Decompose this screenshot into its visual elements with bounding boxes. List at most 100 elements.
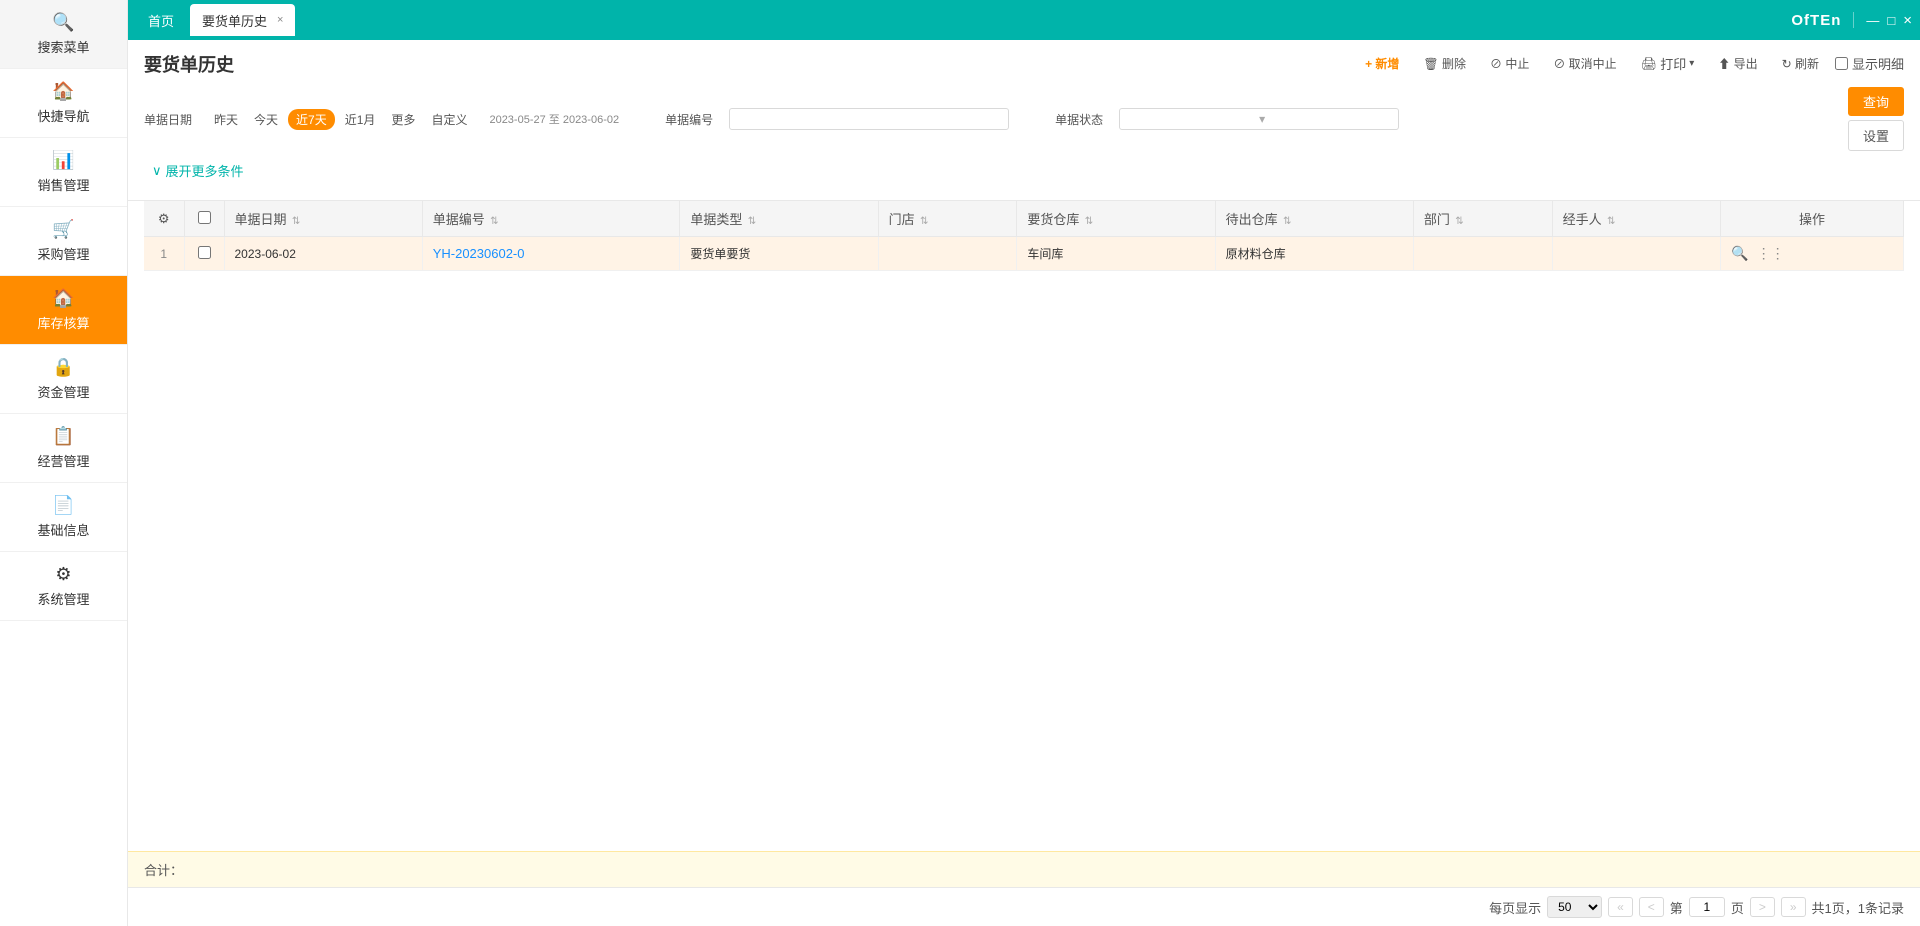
sidebar-item-system[interactable]: ⚙ 系统管理 bbox=[0, 552, 127, 621]
date-btn-yesterday[interactable]: 昨天 bbox=[208, 109, 244, 130]
th-req-warehouse[interactable]: 要货仓库 ⇅ bbox=[1017, 201, 1215, 237]
sidebar-item-label: 系统管理 bbox=[37, 589, 89, 608]
per-page-select[interactable]: 50 100 200 bbox=[1547, 896, 1602, 918]
print-label: 打印 bbox=[1660, 54, 1686, 73]
pagination: 每页显示 50 100 200 « < 第 页 > » 共1页，1条记录 bbox=[128, 887, 1920, 926]
row-doc-no[interactable]: YH-20230602-0 bbox=[422, 237, 680, 271]
date-filter-buttons: 昨天 今天 近7天 近1月 更多 自定义 bbox=[208, 109, 473, 130]
th-handler[interactable]: 经手人 ⇅ bbox=[1552, 201, 1721, 237]
select-all-checkbox[interactable] bbox=[198, 211, 211, 224]
print-button[interactable]: 🖨 打印 ▾ bbox=[1633, 50, 1703, 77]
total-info: 共1页，1条记录 bbox=[1812, 898, 1904, 917]
sidebar-item-quick-nav[interactable]: 🏠 快捷导航 bbox=[0, 69, 127, 138]
date-btn-7days[interactable]: 近7天 bbox=[288, 109, 335, 130]
th-department[interactable]: 部门 ⇅ bbox=[1413, 201, 1552, 237]
row-select-checkbox[interactable] bbox=[198, 246, 211, 259]
th-doc-no[interactable]: 单据编号 ⇅ bbox=[422, 201, 680, 237]
row-checkbox[interactable] bbox=[184, 237, 224, 271]
prev-page-button[interactable]: < bbox=[1639, 897, 1664, 917]
table-header-row: ⚙ 单据日期 ⇅ 单据编号 ⇅ bbox=[144, 201, 1904, 237]
th-checkbox[interactable] bbox=[184, 201, 224, 237]
date-btn-more[interactable]: 更多 bbox=[385, 109, 421, 130]
th-pending-warehouse[interactable]: 待出仓库 ⇅ bbox=[1215, 201, 1413, 237]
th-doc-type-label: 单据类型 bbox=[690, 212, 742, 227]
inventory-icon: 🏠 bbox=[52, 288, 74, 309]
sidebar-item-label: 采购管理 bbox=[37, 244, 89, 263]
tab-close-button[interactable]: × bbox=[277, 14, 283, 26]
sidebar-item-sales[interactable]: 📊 销售管理 bbox=[0, 138, 127, 207]
refresh-button[interactable]: ↻ 刷新 bbox=[1774, 51, 1827, 76]
tab-active[interactable]: 要货单历史 × bbox=[190, 4, 295, 36]
summary-label: 合计： bbox=[144, 863, 183, 878]
sort-pending-warehouse-icon: ⇅ bbox=[1283, 216, 1291, 227]
table-container: ⚙ 单据日期 ⇅ 单据编号 ⇅ bbox=[128, 201, 1920, 851]
footer-summary: 合计： bbox=[128, 851, 1920, 887]
more-action-icon[interactable]: ⋮⋮ bbox=[1757, 245, 1785, 262]
doc-number-input[interactable] bbox=[729, 108, 1009, 130]
row-handler bbox=[1552, 237, 1721, 271]
sidebar-item-label: 搜索菜单 bbox=[37, 37, 89, 56]
row-index: 1 bbox=[144, 237, 184, 271]
sidebar-item-operations[interactable]: 📋 经营管理 bbox=[0, 414, 127, 483]
sort-doc-no-icon: ⇅ bbox=[490, 216, 498, 227]
show-detail-input[interactable] bbox=[1835, 57, 1848, 70]
sort-date-icon: ⇅ bbox=[292, 216, 300, 227]
minimize-button[interactable]: — bbox=[1866, 13, 1879, 28]
topbar-right: OfTEn — □ × bbox=[1791, 12, 1912, 29]
sidebar-item-label: 经营管理 bbox=[37, 451, 89, 470]
divider bbox=[1853, 12, 1854, 28]
page-suffix: 页 bbox=[1731, 898, 1744, 917]
sort-doc-type-icon: ⇅ bbox=[748, 216, 756, 227]
page-title: 要货单历史 bbox=[144, 51, 234, 77]
settings-button[interactable]: 设置 bbox=[1848, 120, 1904, 151]
doc-number-label: 单据编号 bbox=[665, 111, 713, 128]
th-operation-label: 操作 bbox=[1799, 212, 1825, 227]
topbar: 首页 要货单历史 × OfTEn — □ × bbox=[128, 0, 1920, 40]
sidebar-item-purchase[interactable]: 🛒 采购管理 bbox=[0, 207, 127, 276]
dropdown-icon: ▾ bbox=[1259, 112, 1390, 126]
sidebar-item-label: 基础信息 bbox=[37, 520, 89, 539]
show-detail-checkbox[interactable]: 显示明细 bbox=[1835, 54, 1904, 73]
toolbar: + 新增 🗑 删除 ⊘ 中止 ⊘ 取消中止 🖨 打印 ▾ ⬆ 导出 ↻ 刷新 显… bbox=[1357, 50, 1904, 77]
sidebar-item-finance[interactable]: 🔒 资金管理 bbox=[0, 345, 127, 414]
new-button[interactable]: + 新增 bbox=[1357, 51, 1407, 76]
th-store[interactable]: 门店 ⇅ bbox=[878, 201, 1017, 237]
row-req-warehouse: 车间库 bbox=[1017, 237, 1215, 271]
export-button[interactable]: ⬆ 导出 bbox=[1710, 51, 1765, 76]
th-doc-type[interactable]: 单据类型 ⇅ bbox=[680, 201, 878, 237]
tab-home[interactable]: 首页 bbox=[136, 4, 186, 36]
date-btn-1month[interactable]: 近1月 bbox=[339, 109, 382, 130]
filter-row-expand: ∨ 展开更多条件 bbox=[144, 157, 1904, 184]
first-page-button[interactable]: « bbox=[1608, 897, 1633, 917]
sidebar-item-label: 销售管理 bbox=[37, 175, 89, 194]
row-doc-type: 要货单要货 bbox=[680, 237, 878, 271]
th-settings[interactable]: ⚙ bbox=[144, 201, 184, 237]
sidebar-item-label: 库存核算 bbox=[37, 313, 89, 332]
query-button[interactable]: 查询 bbox=[1848, 87, 1904, 116]
date-btn-custom[interactable]: 自定义 bbox=[425, 109, 473, 130]
th-store-label: 门店 bbox=[889, 212, 915, 227]
date-btn-today[interactable]: 今天 bbox=[248, 109, 284, 130]
th-department-label: 部门 bbox=[1424, 212, 1450, 227]
cancel-stop-button[interactable]: ⊘ 取消中止 bbox=[1545, 51, 1624, 76]
sidebar-item-basic-info[interactable]: 📄 基础信息 bbox=[0, 483, 127, 552]
sidebar-item-inventory[interactable]: 🏠 库存核算 bbox=[0, 276, 127, 345]
doc-status-select[interactable]: ▾ bbox=[1119, 108, 1399, 130]
expand-filter-button[interactable]: ∨ 展开更多条件 bbox=[144, 157, 252, 184]
expand-label: 展开更多条件 bbox=[166, 161, 244, 180]
stop-button[interactable]: ⊘ 中止 bbox=[1482, 51, 1537, 76]
date-range-display: 2023-05-27 至 2023-06-02 bbox=[489, 111, 619, 127]
view-action-icon[interactable]: 🔍 bbox=[1731, 245, 1748, 262]
th-pending-warehouse-label: 待出仓库 bbox=[1226, 212, 1278, 227]
th-date[interactable]: 单据日期 ⇅ bbox=[224, 201, 422, 237]
delete-button[interactable]: 🗑 删除 bbox=[1415, 51, 1474, 76]
sidebar-item-search[interactable]: 🔍 搜索菜单 bbox=[0, 0, 127, 69]
doc-no-link[interactable]: YH-20230602-0 bbox=[433, 246, 525, 261]
sort-handler-icon: ⇅ bbox=[1607, 216, 1615, 227]
page-number-input[interactable] bbox=[1689, 897, 1725, 917]
next-page-button[interactable]: > bbox=[1750, 897, 1775, 917]
close-button[interactable]: × bbox=[1903, 12, 1912, 29]
last-page-button[interactable]: » bbox=[1781, 897, 1806, 917]
settings-icon: ⚙ bbox=[158, 211, 170, 226]
maximize-button[interactable]: □ bbox=[1887, 13, 1895, 28]
